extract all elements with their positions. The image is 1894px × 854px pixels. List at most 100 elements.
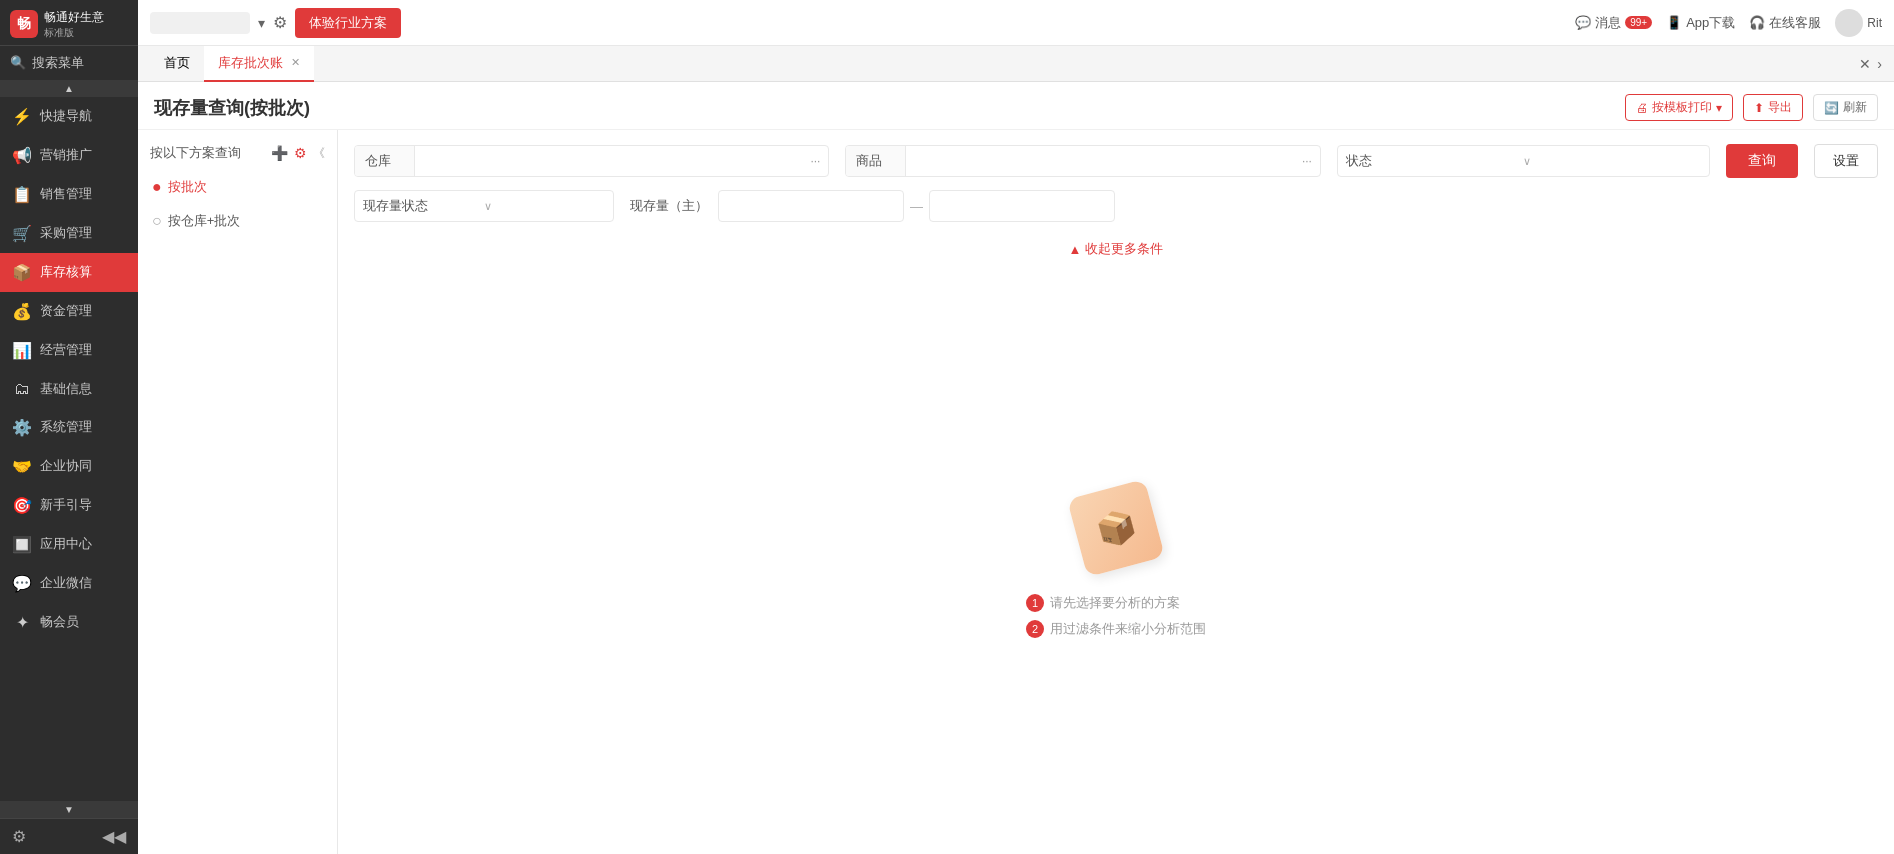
online-service-group[interactable]: 🎧 在线客服 — [1749, 14, 1821, 32]
stock-status-select[interactable]: 现存量状态 ∨ — [354, 190, 614, 222]
tab-panel-close[interactable]: ✕ › — [1859, 56, 1882, 72]
page-title: 现存量查询(按批次) — [154, 96, 310, 120]
warehouse-input[interactable] — [415, 154, 802, 169]
print-dropdown-icon[interactable]: ▾ — [1716, 101, 1722, 115]
wechat-icon: 💬 — [12, 574, 32, 593]
message-badge: 99+ — [1625, 16, 1652, 29]
scheme-by-batch[interactable]: ● 按批次 — [138, 170, 337, 204]
sidebar-item-label: 系统管理 — [40, 418, 92, 436]
marketing-icon: 📢 — [12, 146, 32, 165]
experience-button[interactable]: 体验行业方案 — [295, 8, 401, 38]
status-select[interactable]: 状态 ∨ — [1337, 145, 1710, 177]
dropdown-arrow[interactable]: ▾ — [258, 15, 265, 31]
inventory-icon: 📦 — [12, 263, 32, 282]
message-group[interactable]: 💬 消息 99+ — [1575, 14, 1652, 32]
sidebar-item-system[interactable]: ⚙️ 系统管理 — [0, 408, 138, 447]
scheme-settings-icon[interactable]: ⚙ — [294, 145, 307, 162]
system-icon: ⚙️ — [12, 418, 32, 437]
step-2-num: 2 — [1026, 620, 1044, 638]
scheme-batch-icon: ● — [152, 178, 162, 196]
scheme-by-warehouse-batch[interactable]: ○ 按仓库+批次 — [138, 204, 337, 238]
step-1-text: 请先选择要分析的方案 — [1050, 594, 1180, 612]
product-more[interactable]: ··· — [1294, 154, 1320, 168]
export-button[interactable]: ⬆ 导出 — [1743, 94, 1803, 121]
online-service-label: 在线客服 — [1769, 14, 1821, 32]
add-scheme-icon[interactable]: ➕ — [271, 145, 288, 162]
main-area: ▾ ⚙ 体验行业方案 💬 消息 99+ 📱 App下载 🎧 在线客服 Rit — [138, 0, 1894, 854]
settings-button[interactable]: 设置 — [1814, 144, 1878, 178]
sidebar-item-member[interactable]: ✦ 畅会员 — [0, 603, 138, 642]
left-panel-title: 按以下方案查询 — [150, 144, 241, 162]
sidebar-collapse-icon[interactable]: ◀◀ — [102, 827, 126, 846]
step-2-text: 用过滤条件来缩小分析范围 — [1050, 620, 1206, 638]
left-panel-icons: ➕ ⚙ 《 — [271, 145, 325, 162]
sidebar-item-wechat[interactable]: 💬 企业微信 — [0, 564, 138, 603]
sidebar-item-label: 基础信息 — [40, 380, 92, 398]
warehouse-field[interactable]: 仓库 ··· — [354, 145, 829, 177]
sidebar-item-label: 快捷导航 — [40, 107, 92, 125]
headset-icon: 🎧 — [1749, 15, 1765, 30]
page-header: 现存量查询(按批次) 🖨 按模板打印 ▾ ⬆ 导出 🔄 刷新 — [138, 82, 1894, 130]
collapse-label: 收起更多条件 — [1085, 240, 1163, 258]
sidebar-footer: ⚙ ◀◀ — [0, 818, 138, 854]
tabbar: 首页 库存批次账 ✕ ✕ › — [138, 46, 1894, 82]
sidebar-item-label: 畅会员 — [40, 613, 79, 631]
collapse-panel-icon[interactable]: 《 — [313, 145, 325, 162]
topbar-right: 💬 消息 99+ 📱 App下载 🎧 在线客服 Rit — [1575, 9, 1882, 37]
member-icon: ✦ — [12, 613, 32, 632]
sidebar-scroll-down[interactable]: ▼ — [0, 801, 138, 818]
sidebar-item-finance[interactable]: 💰 资金管理 — [0, 292, 138, 331]
empty-icon-wrapper: 📦 — [1066, 478, 1166, 578]
sidebar: 畅 畅通好生意 标准版 🔍 搜索菜单 ▲ ⚡ 快捷导航 📢 营销推广 📋 销售管… — [0, 0, 138, 854]
basic-icon: 🗂 — [12, 380, 32, 398]
sidebar-item-basic[interactable]: 🗂 基础信息 — [0, 370, 138, 408]
guide-icon: 🎯 — [12, 496, 32, 515]
sales-icon: 📋 — [12, 185, 32, 204]
sidebar-item-quick-nav[interactable]: ⚡ 快捷导航 — [0, 97, 138, 136]
search-icon: 🔍 — [10, 55, 26, 70]
sidebar-item-marketing[interactable]: 📢 营销推广 — [0, 136, 138, 175]
settings-icon[interactable]: ⚙ — [12, 827, 26, 846]
app-download-group[interactable]: 📱 App下载 — [1666, 14, 1735, 32]
sidebar-header: 畅 畅通好生意 标准版 — [0, 0, 138, 46]
app-download-label: App下载 — [1686, 14, 1735, 32]
topbar-gear-icon[interactable]: ⚙ — [273, 13, 287, 32]
stock-qty-min[interactable] — [718, 190, 904, 222]
breadcrumb-input[interactable] — [150, 12, 250, 34]
empty-step-2: 2 用过滤条件来缩小分析范围 — [1026, 620, 1206, 638]
user-group[interactable]: Rit — [1835, 9, 1882, 37]
query-button[interactable]: 查询 — [1726, 144, 1798, 178]
product-field[interactable]: 商品 ··· — [845, 145, 1320, 177]
sidebar-scroll-up[interactable]: ▲ — [0, 80, 138, 97]
range-sep: — — [910, 199, 923, 214]
phone-icon: 📱 — [1666, 15, 1682, 30]
stock-qty-label: 现存量（主） — [630, 197, 708, 215]
search-menu[interactable]: 🔍 搜索菜单 — [0, 46, 138, 80]
sidebar-item-guide[interactable]: 🎯 新手引导 — [0, 486, 138, 525]
sidebar-item-label: 库存核算 — [40, 263, 92, 281]
print-button[interactable]: 🖨 按模板打印 ▾ — [1625, 94, 1733, 121]
collapse-arrow: ▲ — [1069, 242, 1082, 257]
sidebar-item-label: 资金管理 — [40, 302, 92, 320]
empty-state: 📦 1 请先选择要分析的方案 2 用过滤条件来缩小分析范围 — [354, 276, 1878, 840]
stock-qty-max[interactable] — [929, 190, 1115, 222]
collapse-filters[interactable]: ▲ 收起更多条件 — [354, 234, 1878, 264]
sidebar-item-enterprise[interactable]: 🤝 企业协同 — [0, 447, 138, 486]
left-panel: 按以下方案查询 ➕ ⚙ 《 ● 按批次 ○ 按仓库+批次 — [138, 130, 338, 854]
sidebar-item-label: 销售管理 — [40, 185, 92, 203]
sidebar-item-operations[interactable]: 📊 经营管理 — [0, 331, 138, 370]
sidebar-item-apps[interactable]: 🔲 应用中心 — [0, 525, 138, 564]
refresh-button[interactable]: 🔄 刷新 — [1813, 94, 1878, 121]
sidebar-item-purchase[interactable]: 🛒 采购管理 — [0, 214, 138, 253]
tab-inventory-batch[interactable]: 库存批次账 ✕ — [204, 46, 314, 82]
sidebar-item-label: 企业微信 — [40, 574, 92, 592]
tab-close-icon[interactable]: ✕ — [291, 56, 300, 69]
product-input[interactable] — [906, 154, 1293, 169]
warehouse-label: 仓库 — [355, 146, 415, 176]
warehouse-more[interactable]: ··· — [802, 154, 828, 168]
tab-home[interactable]: 首页 — [150, 46, 204, 82]
sidebar-item-inventory[interactable]: 📦 库存核算 — [0, 253, 138, 292]
sidebar-item-sales[interactable]: 📋 销售管理 — [0, 175, 138, 214]
tab-inventory-batch-label: 库存批次账 — [218, 54, 283, 72]
sidebar-nav: ⚡ 快捷导航 📢 营销推广 📋 销售管理 🛒 采购管理 📦 库存核算 💰 资金管… — [0, 97, 138, 801]
